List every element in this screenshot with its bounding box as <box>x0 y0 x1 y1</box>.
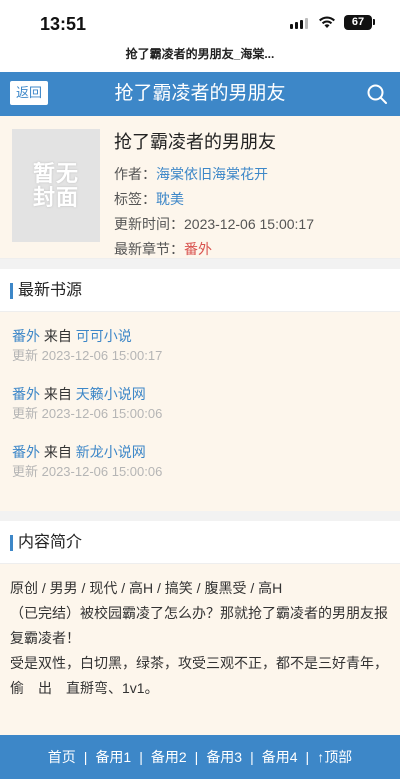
top-header: 返回 抢了霸凌者的男朋友 <box>0 72 400 116</box>
book-info: 暂无封面 抢了霸凌者的男朋友 作者：海棠依旧海棠花开 标签：耽美 更新时间：20… <box>0 116 400 259</box>
battery-tip <box>373 19 375 25</box>
source-site-link[interactable]: 新龙小说网 <box>76 444 146 460</box>
intro-tags: 原创 / 男男 / 现代 / 高H / 搞笑 / 腹黑受 / 高H <box>10 580 283 596</box>
author-row: 作者：海棠依旧海棠花开 <box>114 162 394 187</box>
search-icon[interactable] <box>366 83 388 105</box>
nav-backup-3[interactable]: 备用3 <box>202 747 246 767</box>
book-title: 抢了霸凌者的男朋友 <box>114 132 276 152</box>
page-title: 抢了霸凌者的男朋友 <box>114 83 286 104</box>
update-time: 2023-12-06 15:00:17 <box>184 216 314 232</box>
wifi-icon <box>319 16 335 28</box>
nav-home[interactable]: 首页 <box>44 747 80 767</box>
nav-separator: | <box>305 749 310 765</box>
update-label: 更新时间： <box>114 216 184 232</box>
cover-placeholder-text: 暂无封面 <box>32 160 79 210</box>
nav-separator: | <box>83 749 88 765</box>
page-url-title: 抢了霸凌者的男朋友_海棠... <box>125 47 275 61</box>
sources-section-title: 最新书源 <box>0 269 400 312</box>
author-label: 作者： <box>114 166 156 182</box>
list-item[interactable]: 番外 来自 新龙小说网 更新 2023-12-06 15:00:06 <box>12 442 388 482</box>
intro-details: 受是双性，白切黑，绿茶，攻受三观不正，都不是三好青年，偷 出 直掰弯、1v1。 <box>10 655 388 696</box>
sources-list: 番外 来自 可可小说 更新 2023-12-06 15:00:17 番外 来自 … <box>0 312 400 511</box>
source-from-label: 来自 <box>40 386 76 402</box>
source-site-link[interactable]: 天籁小说网 <box>76 386 146 402</box>
cellular-signal-icon <box>290 18 308 29</box>
tag-label: 标签： <box>114 191 156 207</box>
latest-chapter-label: 最新章节： <box>114 241 184 257</box>
browser-title-bar[interactable]: 抢了霸凌者的男朋友_海棠... <box>0 44 400 72</box>
source-site-link[interactable]: 可可小说 <box>76 328 132 344</box>
tag-link[interactable]: 耽美 <box>156 191 184 207</box>
nav-backup-4[interactable]: 备用4 <box>258 747 302 767</box>
latest-chapter-row: 最新章节：番外 <box>114 237 394 262</box>
source-from-label: 来自 <box>40 444 76 460</box>
book-cover: 暂无封面 <box>12 129 100 242</box>
nav-separator: | <box>139 749 143 765</box>
status-time: 13:51 <box>40 14 87 34</box>
source-update-time: 更新 2023-12-06 15:00:06 <box>12 406 163 421</box>
bottom-nav: 首页 | 备用1 | 备用2 | 备用3 | 备用4 | ↑顶部 <box>0 735 400 779</box>
intro-content: 原创 / 男男 / 现代 / 高H / 搞笑 / 腹黑受 / 高H （已完结）被… <box>0 564 400 764</box>
nav-separator: | <box>194 749 199 765</box>
nav-top-button[interactable]: ↑顶部 <box>313 747 356 767</box>
intro-summary: （已完结）被校园霸凌了怎么办？那就抢了霸凌者的男朋友报复霸凌者！ <box>10 605 388 646</box>
nav-backup-2[interactable]: 备用2 <box>147 747 191 767</box>
list-item[interactable]: 番外 来自 天籁小说网 更新 2023-12-06 15:00:06 <box>12 384 388 424</box>
nav-separator: | <box>250 749 254 765</box>
source-chapter-link[interactable]: 番外 <box>12 444 40 460</box>
source-from-label: 来自 <box>40 328 76 344</box>
update-row: 更新时间：2023-12-06 15:00:17 <box>114 212 394 237</box>
source-update-time: 更新 2023-12-06 15:00:06 <box>12 464 163 479</box>
battery-icon: 67 <box>344 15 372 30</box>
status-bar: 13:51 67 <box>0 0 400 44</box>
section-gap <box>0 511 400 521</box>
source-update-time: 更新 2023-12-06 15:00:17 <box>12 348 163 363</box>
source-chapter-link[interactable]: 番外 <box>12 328 40 344</box>
latest-chapter-link[interactable]: 番外 <box>184 241 212 257</box>
author-link[interactable]: 海棠依旧海棠花开 <box>156 166 268 182</box>
tag-row: 标签：耽美 <box>114 187 394 212</box>
list-item[interactable]: 番外 来自 可可小说 更新 2023-12-06 15:00:17 <box>12 326 388 366</box>
nav-backup-1[interactable]: 备用1 <box>91 747 135 767</box>
intro-section-title: 内容简介 <box>0 521 400 564</box>
book-meta: 抢了霸凌者的男朋友 作者：海棠依旧海棠花开 标签：耽美 更新时间：2023-12… <box>114 128 394 262</box>
source-chapter-link[interactable]: 番外 <box>12 386 40 402</box>
